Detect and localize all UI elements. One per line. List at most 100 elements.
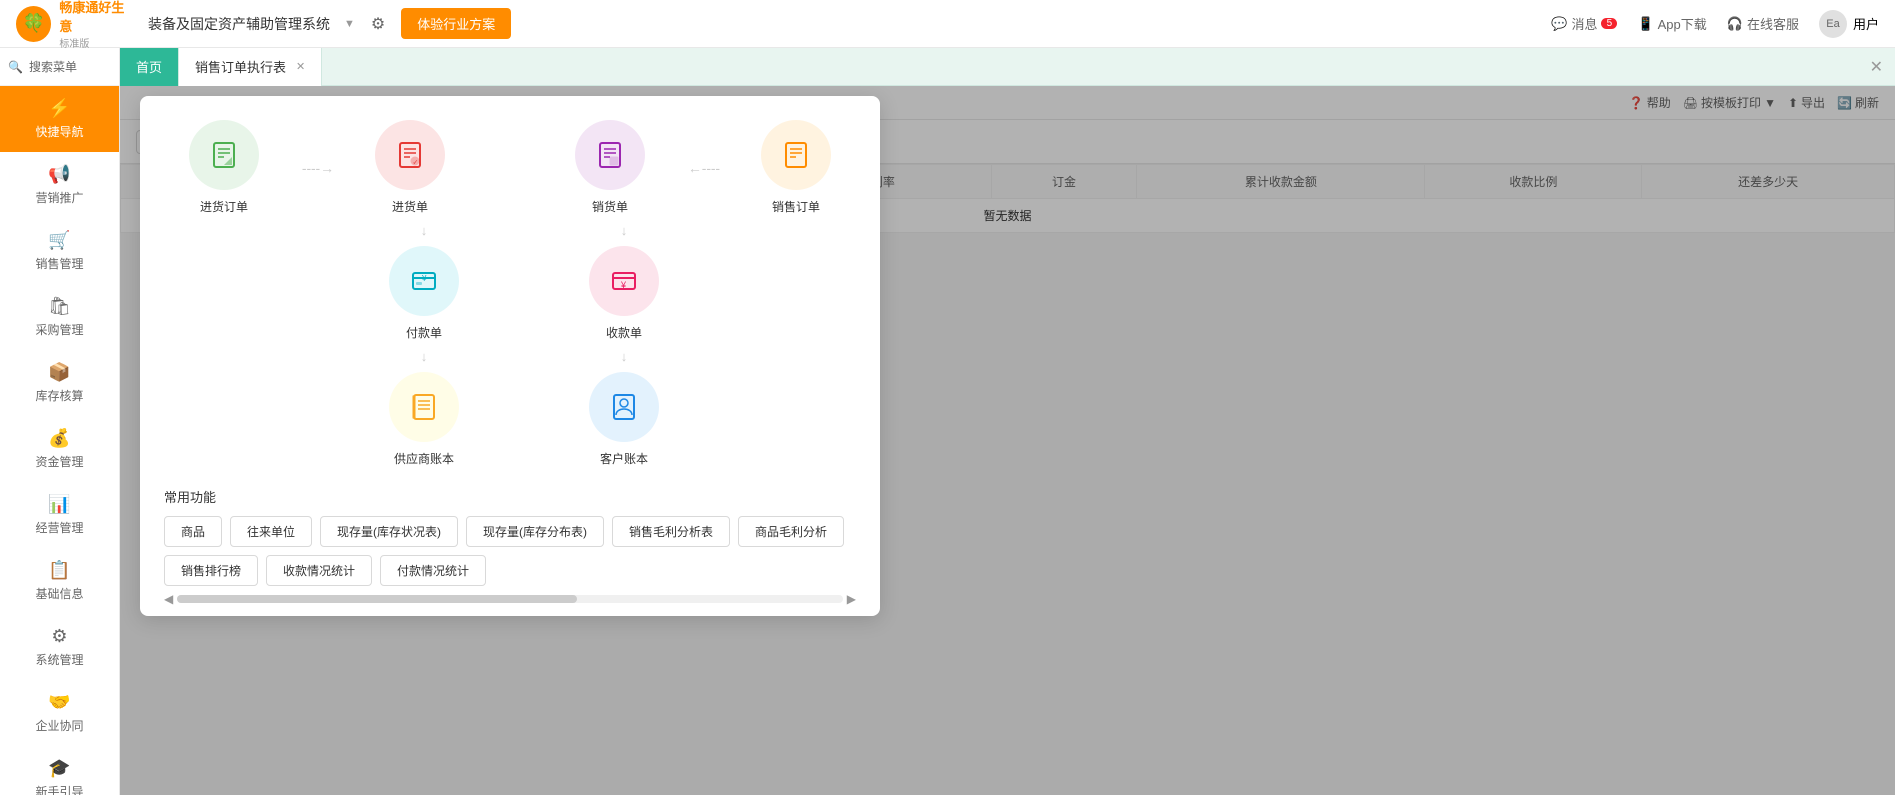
tab-bar: 首页 销售订单执行表 ✕ ✕	[120, 48, 1895, 86]
sidebar-item-system[interactable]: ⚙ 系统管理	[0, 614, 119, 680]
purchase-icon: 🛍	[48, 296, 71, 317]
func-btn-sales-margin[interactable]: 销售毛利分析表	[612, 516, 730, 547]
func-btn-payment-stats[interactable]: 付款情况统计	[380, 555, 486, 586]
func-btn-product[interactable]: 商品	[164, 516, 222, 547]
flow-row-down-arrows-2: ↓ ↓	[164, 349, 856, 364]
tab-sales-order-exec-label: 销售订单执行表	[195, 57, 286, 76]
purchase-bill-icon: ✓	[394, 139, 426, 171]
tab-bar-close-button[interactable]: ✕	[1870, 57, 1883, 77]
system-icon: ⚙	[51, 626, 67, 647]
purchase-order-icon	[208, 139, 240, 171]
sidebar-item-purchase[interactable]: 🛍 采购管理	[0, 284, 119, 350]
sidebar-label-enterprise: 企业协同	[35, 717, 83, 734]
top-header: 🍀 畅康通好生意 标准版 装备及固定资产辅助管理系统 ▼ ⚙ 体验行业方案 💬 …	[0, 0, 1895, 48]
scroll-left-icon[interactable]: ◀	[164, 592, 173, 606]
settings-gear-button[interactable]: ⚙	[367, 10, 389, 38]
sidebar: 🔍 搜索菜单 ⚡ 快捷导航 📢 营销推广 🛒 销售管理 🛍 采购管理 📦 库存核…	[0, 48, 120, 795]
sidebar-item-marketing[interactable]: 📢 营销推广	[0, 152, 119, 218]
payment-label: 付款单	[406, 324, 442, 341]
func-btn-product-margin[interactable]: 商品毛利分析	[738, 516, 844, 547]
flow-node-purchase-order[interactable]: 进货订单	[164, 120, 284, 215]
sidebar-item-guide[interactable]: 🎓 新手引导	[0, 746, 119, 795]
sales-bill-icon	[594, 139, 626, 171]
receipt-circle: ¥	[589, 246, 659, 316]
logo-text: 畅康通好生意 标准版	[59, 0, 136, 50]
message-label: 消息	[1571, 14, 1597, 33]
tab-home-label: 首页	[136, 57, 162, 76]
sidebar-item-inventory[interactable]: 📦 库存核算	[0, 350, 119, 416]
flow-row-down-arrows: ↓ ↓	[164, 223, 856, 238]
purchase-bill-label: 进货单	[392, 198, 428, 215]
flow-row-2: ¥ 付款单	[164, 246, 856, 341]
sidebar-label-basic-info: 基础信息	[35, 585, 83, 602]
receipt-label: 收款单	[606, 324, 642, 341]
func-btn-stock-status[interactable]: 现存量(库存状况表)	[320, 516, 458, 547]
sidebar-item-operations[interactable]: 📊 经营管理	[0, 482, 119, 548]
user-area[interactable]: Ea 用户	[1819, 10, 1879, 38]
sidebar-label-guide: 新手引导	[35, 783, 83, 795]
scroll-right-icon[interactable]: ▶	[847, 592, 856, 606]
sales-bill-label: 销货单	[592, 198, 628, 215]
sidebar-item-finance[interactable]: 💰 资金管理	[0, 416, 119, 482]
online-service-button[interactable]: 🎧 在线客服	[1727, 14, 1799, 33]
sidebar-label-finance: 资金管理	[35, 453, 83, 470]
flow-node-receipt[interactable]: ¥ 收款单	[564, 246, 684, 341]
logo-main: 畅康通好生意	[59, 0, 136, 35]
flow-node-payment[interactable]: ¥ 付款单	[364, 246, 484, 341]
sidebar-item-quick-nav[interactable]: ⚡ 快捷导航	[0, 86, 119, 152]
flow-node-sales-order[interactable]: 销售订单	[736, 120, 856, 215]
tab-sales-order-exec[interactable]: 销售订单执行表 ✕	[179, 48, 322, 86]
sidebar-item-basic-info[interactable]: 📋 基础信息	[0, 548, 119, 614]
logo-area: 🍀 畅康通好生意 标准版	[16, 0, 136, 50]
purchase-order-circle	[189, 120, 259, 190]
sales-order-icon	[780, 139, 812, 171]
down-arrow-sb-icon: ↓	[621, 223, 628, 238]
quick-nav-modal: 进货订单 - - - - →	[140, 96, 880, 616]
message-badge: 5	[1601, 18, 1617, 29]
flow-node-sales-bill[interactable]: 销货单	[550, 120, 670, 215]
customer-ledger-icon	[608, 391, 640, 423]
func-btn-partner[interactable]: 往来单位	[230, 516, 312, 547]
func-btn-receipt-stats[interactable]: 收款情况统计	[266, 555, 372, 586]
app-download-button[interactable]: 📱 App下载	[1637, 14, 1706, 33]
common-functions-section: 常用功能 商品 往来单位 现存量(库存状况表) 现存量(库存分布表) 销售毛利分…	[164, 487, 856, 586]
func-btn-sales-rank[interactable]: 销售排行榜	[164, 555, 258, 586]
supplier-ledger-circle	[389, 372, 459, 442]
receipt-icon: ¥	[608, 265, 640, 297]
customer-ledger-circle	[589, 372, 659, 442]
logo-icon: 🍀	[16, 6, 51, 42]
down-arrow-rec: ↓	[564, 349, 684, 364]
search-menu-item[interactable]: 🔍 搜索菜单	[0, 48, 119, 86]
scroll-thumb	[177, 595, 576, 603]
flow-node-customer-ledger[interactable]: 客户账本	[564, 372, 684, 467]
message-button[interactable]: 💬 消息 5	[1551, 14, 1617, 33]
tab-home[interactable]: 首页	[120, 48, 179, 86]
down-arrow-rec-icon: ↓	[621, 349, 628, 364]
sidebar-item-sales[interactable]: 🛒 销售管理	[0, 218, 119, 284]
system-title: 装备及固定资产辅助管理系统	[148, 14, 330, 34]
online-service-label: 在线客服	[1747, 14, 1799, 33]
arrow-po-to-pb: - - - - →	[284, 160, 350, 176]
flow-node-purchase-bill[interactable]: ✓ 进货单	[350, 120, 470, 215]
marketing-icon: 📢	[48, 164, 70, 185]
flow-node-supplier-ledger[interactable]: 供应商账本	[364, 372, 484, 467]
sidebar-item-enterprise[interactable]: 🤝 企业协同	[0, 680, 119, 746]
finance-icon: 💰	[48, 428, 70, 449]
message-icon: 💬	[1551, 16, 1567, 32]
service-icon: 🎧	[1727, 16, 1743, 32]
sidebar-label-purchase: 采购管理	[35, 321, 83, 338]
customer-ledger-label: 客户账本	[600, 450, 648, 467]
func-btn-stock-dist[interactable]: 现存量(库存分布表)	[466, 516, 604, 547]
svg-text:¥: ¥	[421, 274, 427, 283]
supplier-ledger-icon	[408, 391, 440, 423]
operations-icon: 📊	[48, 494, 70, 515]
flow-section: 进货订单 - - - - →	[164, 120, 856, 467]
inventory-icon: 📦	[48, 362, 70, 383]
tab-close-icon[interactable]: ✕	[296, 60, 305, 73]
scroll-track[interactable]	[177, 595, 843, 603]
trial-button[interactable]: 体验行业方案	[401, 8, 511, 39]
quick-nav-icon: ⚡	[48, 98, 70, 119]
flow-row-3: 供应商账本	[164, 372, 856, 467]
main-layout: 🔍 搜索菜单 ⚡ 快捷导航 📢 营销推广 🛒 销售管理 🛍 采购管理 📦 库存核…	[0, 48, 1895, 795]
common-functions-title: 常用功能	[164, 487, 856, 506]
